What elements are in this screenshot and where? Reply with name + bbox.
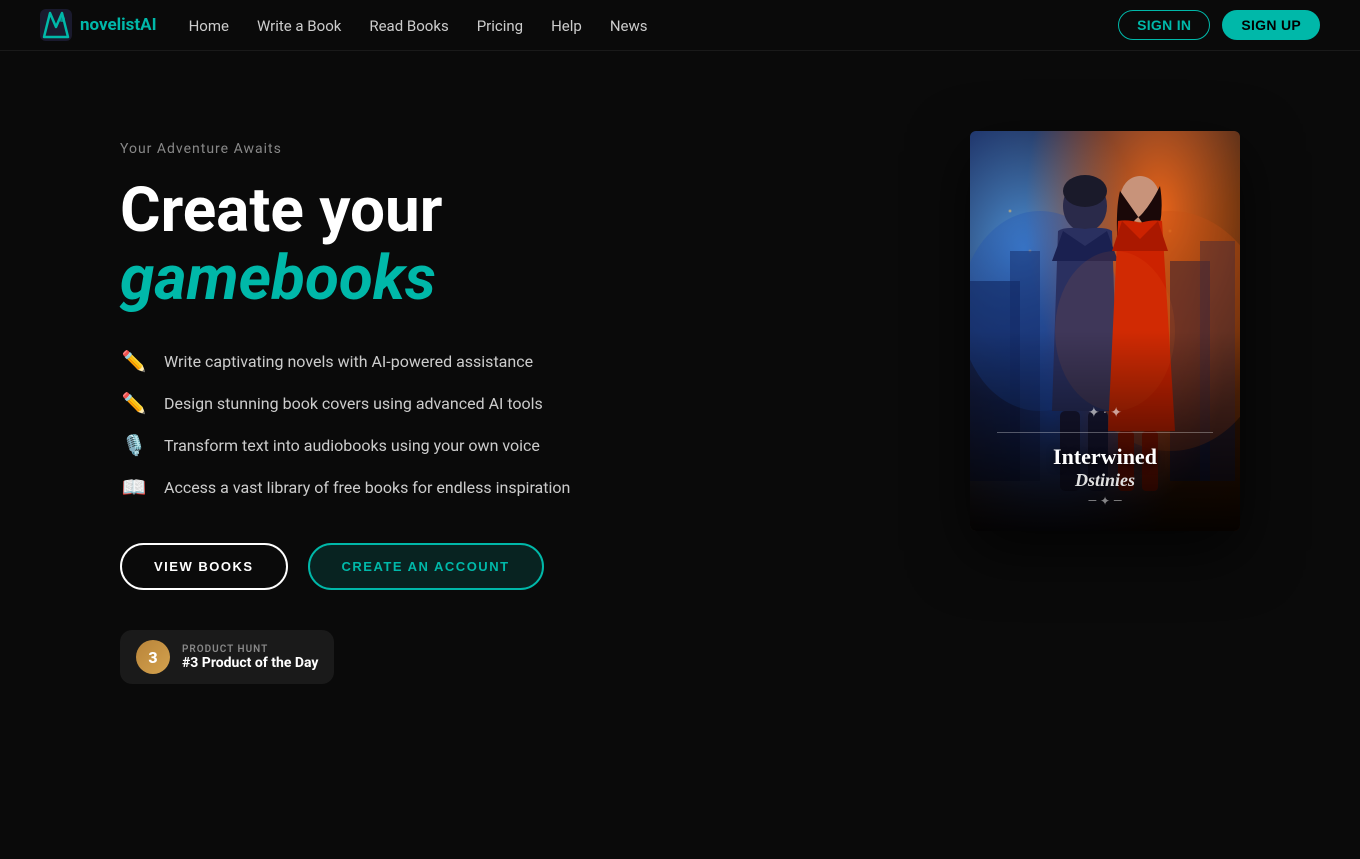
cover-art: ✦ · ✦ Interwined Dstinies — ✦ —: [970, 131, 1240, 531]
logo-text-before: novelist: [80, 15, 140, 35]
logo-icon: [40, 9, 72, 41]
logo-text: novelistAI: [80, 15, 157, 35]
nav-write-book[interactable]: Write a Book: [257, 17, 341, 35]
nav-home[interactable]: Home: [189, 17, 229, 35]
ph-medal: 3: [136, 640, 170, 674]
signin-button[interactable]: SIGN IN: [1118, 10, 1210, 40]
cover-divider: [997, 432, 1213, 433]
ph-description: #3 Product of the Day: [182, 655, 318, 671]
feature-text-1: Write captivating novels with AI-powered…: [164, 352, 533, 371]
cover-title: Interwined Dstinies: [984, 444, 1227, 491]
mic-icon: 🎙️: [120, 433, 148, 457]
nav-read-books[interactable]: Read Books: [369, 17, 448, 35]
nav-right: SIGN IN SIGN UP: [1118, 10, 1320, 40]
navbar: novelistAI Home Write a Book Read Books …: [0, 0, 1360, 51]
hero-buttons: VIEW BOOKS CREATE AN ACCOUNT: [120, 543, 680, 590]
book-icon: 📖: [120, 475, 148, 499]
view-books-button[interactable]: VIEW BOOKS: [120, 543, 288, 590]
signup-button[interactable]: SIGN UP: [1222, 10, 1320, 40]
pen-icon-2: ✏️: [120, 391, 148, 415]
hero-heading-highlight: gamebooks: [120, 242, 436, 315]
ph-label: PRODUCT HUNT: [182, 644, 318, 655]
nav-left: novelistAI Home Write a Book Read Books …: [40, 9, 648, 41]
cover-ornament: ✦ · ✦: [1004, 402, 1207, 421]
feature-item-3: 🎙️ Transform text into audiobooks using …: [120, 433, 680, 457]
hero-content: Your Adventure Awaits Create your gamebo…: [120, 131, 680, 684]
features-list: ✏️ Write captivating novels with AI-powe…: [120, 349, 680, 499]
nav-help[interactable]: Help: [551, 17, 582, 35]
ph-text: PRODUCT HUNT #3 Product of the Day: [182, 644, 318, 671]
hero-section: Your Adventure Awaits Create your gamebo…: [0, 51, 1360, 751]
book-cover-image: ✦ · ✦ Interwined Dstinies — ✦ —: [970, 131, 1240, 531]
hero-heading: Create your gamebooks: [120, 177, 680, 313]
feature-text-3: Transform text into audiobooks using you…: [164, 436, 540, 455]
feature-text-4: Access a vast library of free books for …: [164, 478, 570, 497]
feature-item-4: 📖 Access a vast library of free books fo…: [120, 475, 680, 499]
feature-text-2: Design stunning book covers using advanc…: [164, 394, 543, 413]
hero-tagline: Your Adventure Awaits: [120, 141, 680, 157]
hero-book-cover: ✦ · ✦ Interwined Dstinies — ✦ —: [970, 131, 1240, 531]
cover-title-line2: Dstinies: [984, 470, 1227, 491]
logo-link[interactable]: novelistAI: [40, 9, 157, 41]
nav-news[interactable]: News: [610, 17, 648, 35]
feature-item-1: ✏️ Write captivating novels with AI-powe…: [120, 349, 680, 373]
feature-item-2: ✏️ Design stunning book covers using adv…: [120, 391, 680, 415]
nav-pricing[interactable]: Pricing: [477, 17, 523, 35]
pen-icon-1: ✏️: [120, 349, 148, 373]
create-account-button[interactable]: CREATE AN ACCOUNT: [308, 543, 544, 590]
logo-highlight: AI: [140, 15, 156, 35]
nav-links: Home Write a Book Read Books Pricing Hel…: [189, 16, 648, 35]
cover-title-line1: Interwined: [984, 444, 1227, 470]
product-hunt-badge[interactable]: 3 PRODUCT HUNT #3 Product of the Day: [120, 630, 334, 684]
hero-heading-part1: Create your: [120, 174, 442, 247]
cover-bottom-ornament: — ✦ —: [1004, 490, 1207, 509]
